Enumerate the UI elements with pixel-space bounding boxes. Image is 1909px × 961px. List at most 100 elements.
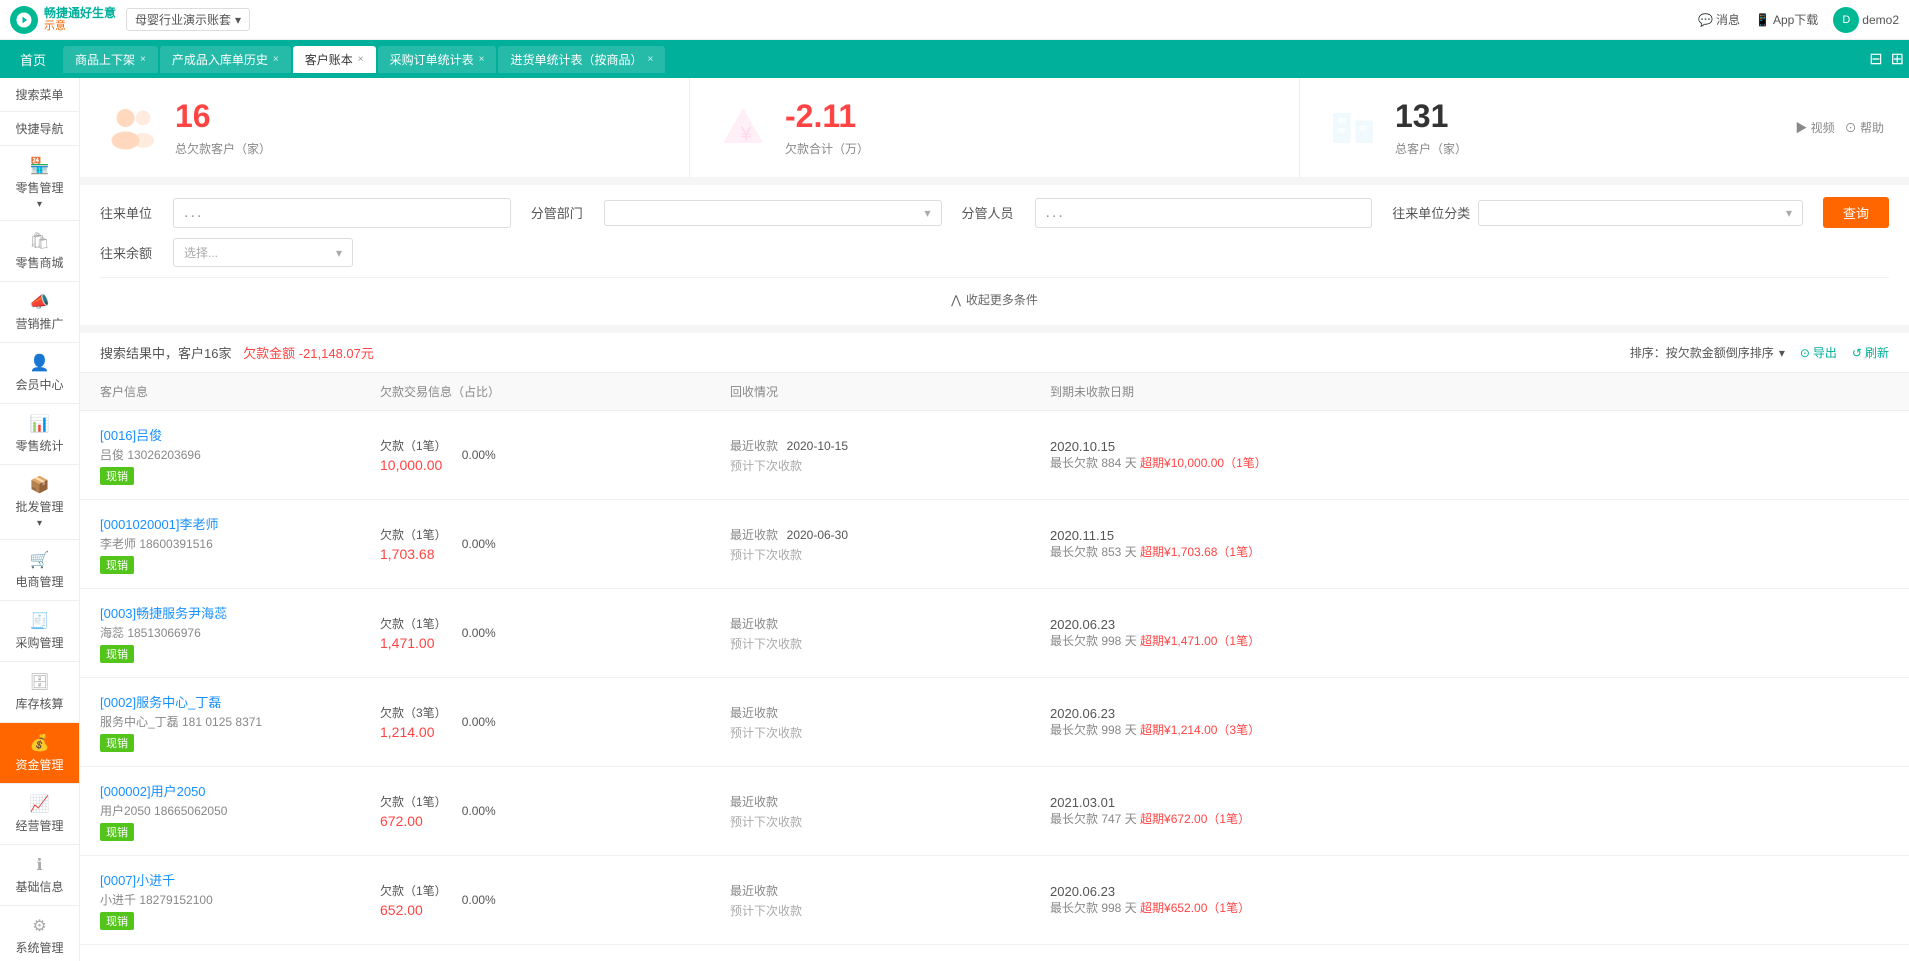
svg-text:¥: ¥	[739, 123, 752, 145]
balance-select[interactable]: 选择... ▾	[173, 238, 353, 267]
table-row: [0001020001]李老师 李老师 18600391516 现销 欠款（1笔…	[80, 500, 1909, 589]
recovery-cell: 最近收款 预计下次收款	[730, 882, 1050, 919]
next-collection: 预计下次收款	[730, 635, 1050, 652]
tab-close-incoming[interactable]: ×	[647, 54, 653, 65]
maximize-icon[interactable]: ⊞	[1891, 49, 1904, 69]
tab-production[interactable]: 产成品入库单历史 ×	[160, 46, 291, 73]
manager-input[interactable]: ...	[1035, 198, 1373, 228]
debt-amount[interactable]: 672.00	[380, 813, 447, 829]
app-download-btn[interactable]: 📱 App下载	[1755, 11, 1818, 28]
overdue-amount[interactable]: 超期¥1,703.68（1笔）	[1140, 545, 1260, 559]
member-icon: 👤	[30, 353, 50, 373]
search-menu[interactable]: 搜索菜单	[0, 78, 79, 112]
last-collection-label: 最近收款	[730, 795, 778, 809]
customer-name-link[interactable]: [0016]吕俊	[100, 428, 162, 443]
table-row: [000002]用户2050 用户2050 18665062050 现销 欠款（…	[80, 767, 1909, 856]
message-icon: 💬	[1698, 13, 1713, 27]
filter-row-2: 往来余额 选择... ▾	[100, 238, 1889, 267]
unit-class-arrow-icon: ▾	[1786, 206, 1792, 220]
search-button[interactable]: 查询	[1823, 197, 1889, 228]
debt-amount[interactable]: 652.00	[380, 902, 447, 918]
filter-balance: 往来余额 选择... ▾	[100, 238, 1889, 267]
sidebar-item-operations[interactable]: 📈 经营管理	[0, 784, 79, 845]
customer-name-link[interactable]: [0007]小进千	[100, 873, 175, 888]
tenant-selector[interactable]: 母婴行业演示账套 ▾	[126, 8, 250, 31]
help-btn[interactable]: ⊙ 帮助	[1845, 119, 1884, 136]
overdue-amount[interactable]: 超期¥672.00（1笔）	[1140, 812, 1250, 826]
sidebar-item-marketing[interactable]: 📣 营销推广	[0, 282, 79, 343]
unit-class-select[interactable]: ▾	[1478, 200, 1803, 226]
customer-name-link[interactable]: [0001020001]李老师	[100, 517, 219, 532]
sidebar-item-inventory[interactable]: 🗄 库存核算	[0, 662, 79, 723]
source-unit-input[interactable]: ...	[173, 198, 511, 228]
sort-select[interactable]: 排序：按欠款金额倒序排序 ▾	[1630, 344, 1785, 361]
due-date-cell: 2020.06.23 最长欠款 998 天 超期¥1,471.00（1笔）	[1050, 617, 1889, 649]
sidebar: 搜索菜单 快捷导航 🏪 零售管理 ▾ 🛍 零售商城 📣 营销推广 👤 会员中心 …	[0, 78, 80, 961]
tab-close-customer-account[interactable]: ×	[358, 54, 364, 65]
debt-amount[interactable]: 1,471.00	[380, 635, 447, 651]
minimize-icon[interactable]: ⊟	[1869, 49, 1882, 69]
debt-amount[interactable]: 1,703.68	[380, 546, 447, 562]
video-btn[interactable]: ▶ 视频	[1795, 119, 1834, 136]
due-date-value: 2021.03.01	[1050, 795, 1889, 810]
total-customers-icon	[1325, 100, 1380, 155]
customer-name-link[interactable]: [000002]用户2050	[100, 784, 206, 799]
tab-close-production[interactable]: ×	[273, 54, 279, 65]
tab-home[interactable]: 首页	[5, 44, 61, 75]
overdue-amount[interactable]: 超期¥1,471.00（1笔）	[1140, 634, 1260, 648]
balance-arrow-icon: ▾	[336, 246, 342, 260]
sidebar-item-retail-management[interactable]: 🏪 零售管理 ▾	[0, 146, 79, 221]
overdue-amount[interactable]: 超期¥10,000.00（1笔）	[1140, 456, 1267, 470]
customer-name-link[interactable]: [0003]畅捷服务尹海蕊	[100, 606, 227, 621]
stat-info-customers: 16 总欠款客户（家）	[175, 98, 271, 157]
sidebar-item-retail-stats[interactable]: 📊 零售统计	[0, 404, 79, 465]
col-header-customer: 客户信息	[100, 383, 380, 400]
unit-class-label: 往来单位分类	[1392, 203, 1470, 222]
tab-customer-account[interactable]: 客户账本 ×	[293, 46, 376, 73]
collapse-button[interactable]: ⋀ 收起更多条件	[100, 286, 1889, 313]
tab-incoming-stats[interactable]: 进货单统计表（按商品） ×	[498, 46, 665, 73]
due-date-cell: 2021.03.01 最长欠款 747 天 超期¥672.00（1笔）	[1050, 795, 1889, 827]
ecommerce-icon: 🛒	[30, 550, 50, 570]
sidebar-item-batch[interactable]: 📦 批发管理 ▾	[0, 465, 79, 540]
overdue-amount[interactable]: 超期¥652.00（1笔）	[1140, 901, 1250, 915]
overdue-amount[interactable]: 超期¥1,214.00（3笔）	[1140, 723, 1260, 737]
user-menu[interactable]: D demo2	[1833, 7, 1899, 33]
export-button[interactable]: ⊙ 导出	[1800, 344, 1837, 361]
sidebar-item-purchase[interactable]: 🧾 采购管理	[0, 601, 79, 662]
filter-section: 往来单位 ... 分管部门 ▾ 分管人员 ...	[80, 185, 1909, 325]
collapse-icon: ⋀	[951, 293, 961, 307]
sidebar-item-system[interactable]: ⚙ 系统管理	[0, 906, 79, 961]
sidebar-item-ecommerce[interactable]: 🛒 电商管理	[0, 540, 79, 601]
table-row: [0016]吕俊 吕俊 13026203696 现销 欠款（1笔） 10,000…	[80, 411, 1909, 500]
customer-info-cell: [0007]小进千 小进千 18279152100 现销	[100, 870, 380, 930]
total-customers-number: 131	[1395, 98, 1467, 135]
sidebar-item-basic-info[interactable]: ℹ 基础信息	[0, 845, 79, 906]
debt-ratio: 0.00%	[462, 804, 496, 818]
results-info: 搜索结果中，客户16家 欠款金额 -21,148.07元	[100, 343, 374, 362]
sidebar-item-finance[interactable]: 💰 资金管理	[0, 723, 79, 784]
sidebar-item-member[interactable]: 👤 会员中心	[0, 343, 79, 404]
tab-purchase-order[interactable]: 采购订单统计表 ×	[378, 46, 497, 73]
customer-name-link[interactable]: [0002]服务中心_丁磊	[100, 695, 221, 710]
customer-info-cell: [000002]用户2050 用户2050 18665062050 现销	[100, 781, 380, 841]
filter-unit-class: 往来单位分类 ▾	[1392, 200, 1803, 226]
refresh-button[interactable]: ↺ 刷新	[1852, 344, 1889, 361]
debt-ratio: 0.00%	[462, 537, 496, 551]
message-btn[interactable]: 💬 消息	[1698, 11, 1740, 28]
debt-cell: 欠款（1笔） 672.00 0.00%	[380, 793, 730, 829]
debt-amount[interactable]: 1,214.00	[380, 724, 447, 740]
debt-amount[interactable]: 10,000.00	[380, 457, 447, 473]
overdue-days: 最长欠款 853 天	[1050, 545, 1140, 559]
filter-department: 分管部门 ▾	[531, 200, 942, 226]
last-collection-label: 最近收款	[730, 528, 778, 542]
quick-nav[interactable]: 快捷导航	[0, 112, 79, 146]
total-customers-label: 总客户（家）	[1395, 140, 1467, 157]
tab-close-products[interactable]: ×	[140, 54, 146, 65]
department-select[interactable]: ▾	[604, 200, 942, 226]
tab-close-purchase[interactable]: ×	[479, 54, 485, 65]
tab-products[interactable]: 商品上下架 ×	[63, 46, 158, 73]
data-table: 客户信息 欠款交易信息（占比） 回收情况 到期未收款日期 [0016]吕俊 吕俊…	[80, 373, 1909, 961]
sidebar-item-retail-mall[interactable]: 🛍 零售商城	[0, 221, 79, 282]
total-debt-customers-label: 总欠款客户（家）	[175, 140, 271, 157]
